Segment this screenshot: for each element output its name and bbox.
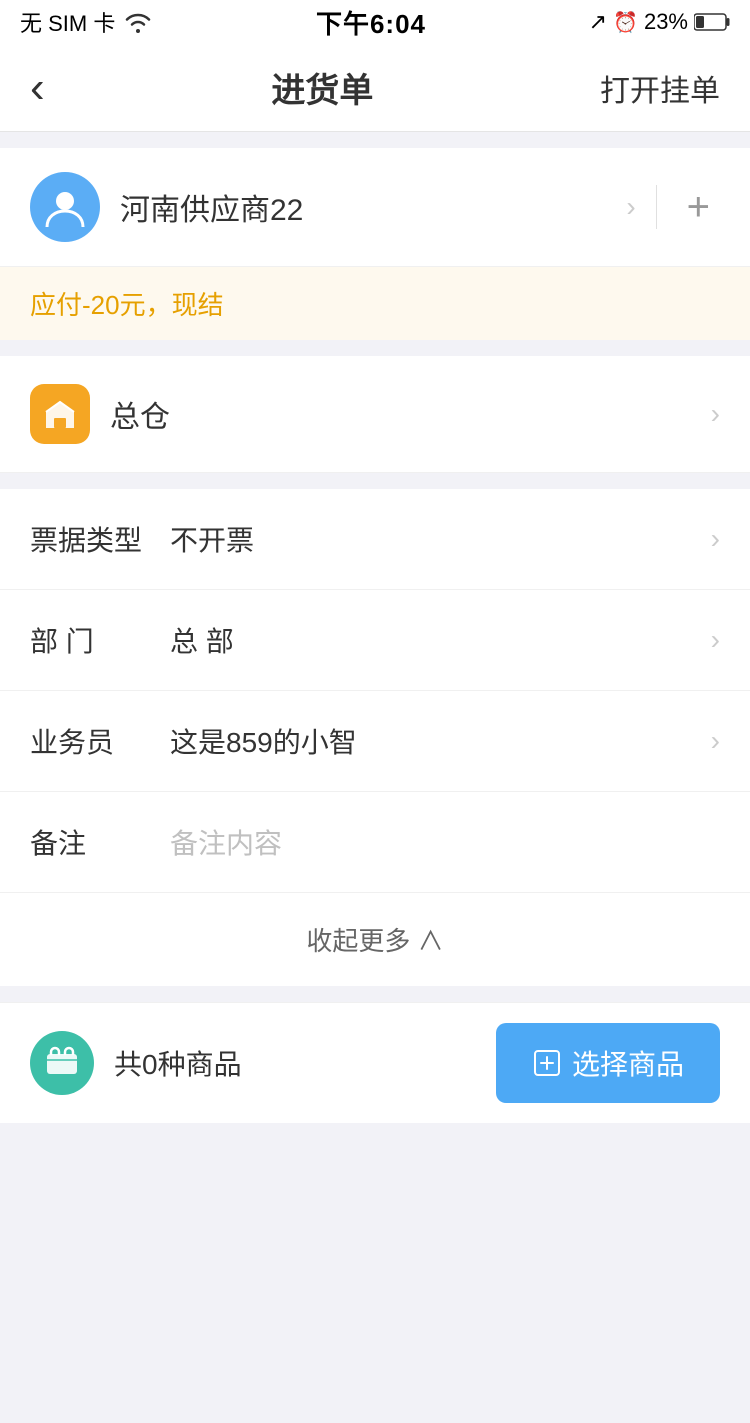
chevron-right-icon: › <box>626 191 635 223</box>
salesperson-row[interactable]: 业务员 这是859的小智 › <box>0 691 750 792</box>
bottom-bar: 共0种商品 选择商品 <box>0 1002 750 1123</box>
back-button[interactable]: ‹ <box>30 63 45 113</box>
department-row[interactable]: 部 门 总 部 › <box>0 590 750 691</box>
nav-bar: ‹ 进货单 打开挂单 <box>0 44 750 132</box>
collapse-row[interactable]: 收起更多 ∧ <box>0 893 750 986</box>
warehouse-row[interactable]: 总仓 › <box>0 356 750 473</box>
invoice-type-row[interactable]: 票据类型 不开票 › <box>0 489 750 590</box>
collapse-label: 收起更多 ∧ <box>306 921 443 958</box>
form-section: 票据类型 不开票 › 部 门 总 部 › 业务员 这是859的小智 › 备注 备… <box>0 489 750 893</box>
carrier-label: 无 SIM 卡 <box>20 6 115 38</box>
department-value: 总 部 <box>170 620 711 660</box>
background-fill <box>0 1123 750 1423</box>
select-product-label: 选择商品 <box>572 1043 684 1083</box>
remark-label: 备注 <box>30 822 170 862</box>
notice-row: 应付-20元，现结 <box>0 267 750 340</box>
battery-text: 23% <box>644 9 688 35</box>
status-bar: 无 SIM 卡 下午6:04 ↗ ⏰ 23% <box>0 0 750 44</box>
battery-icon <box>694 13 730 31</box>
separator-1 <box>0 132 750 148</box>
select-product-button[interactable]: 选择商品 <box>496 1023 720 1103</box>
product-count: 共0种商品 <box>114 1043 476 1083</box>
status-time: 下午6:04 <box>316 4 426 41</box>
department-chevron-icon: › <box>711 624 720 656</box>
status-right: ↗ ⏰ 23% <box>589 9 730 35</box>
status-left: 无 SIM 卡 <box>20 6 153 38</box>
alarm-icon: ⏰ <box>613 10 638 35</box>
warehouse-label: 总仓 <box>110 392 711 436</box>
department-label: 部 门 <box>30 620 170 660</box>
add-button[interactable]: + <box>677 185 720 230</box>
notice-text: 应付-20元，现结 <box>30 290 224 320</box>
warehouse-icon-wrap <box>30 384 90 444</box>
invoice-type-value: 不开票 <box>170 519 711 559</box>
select-product-icon <box>532 1048 562 1078</box>
invoice-type-chevron-icon: › <box>711 523 720 555</box>
location-icon: ↗ <box>589 9 607 35</box>
supplier-actions: › + <box>626 185 720 230</box>
cart-icon <box>43 1044 81 1082</box>
salesperson-chevron-icon: › <box>711 725 720 757</box>
product-icon-wrap <box>30 1031 94 1095</box>
salesperson-label: 业务员 <box>30 721 170 761</box>
supplier-row[interactable]: 河南供应商22 › + <box>0 148 750 267</box>
user-icon <box>42 184 88 230</box>
separator-2 <box>0 340 750 356</box>
salesperson-value: 这是859的小智 <box>170 721 711 761</box>
avatar <box>30 172 100 242</box>
warehouse-chevron-icon: › <box>711 398 720 430</box>
remark-row[interactable]: 备注 备注内容 <box>0 792 750 893</box>
remark-placeholder: 备注内容 <box>170 822 720 862</box>
separator-3 <box>0 473 750 489</box>
supplier-name: 河南供应商22 <box>120 185 626 229</box>
page-title: 进货单 <box>271 63 373 112</box>
vertical-divider <box>656 185 657 229</box>
wifi-icon <box>123 11 153 33</box>
warehouse-card: 总仓 › <box>0 356 750 473</box>
separator-4 <box>0 986 750 1002</box>
warehouse-icon <box>42 396 78 432</box>
supplier-card: 河南供应商22 › + 应付-20元，现结 <box>0 148 750 340</box>
open-pending-button[interactable]: 打开挂单 <box>600 66 720 110</box>
invoice-type-label: 票据类型 <box>30 519 170 559</box>
